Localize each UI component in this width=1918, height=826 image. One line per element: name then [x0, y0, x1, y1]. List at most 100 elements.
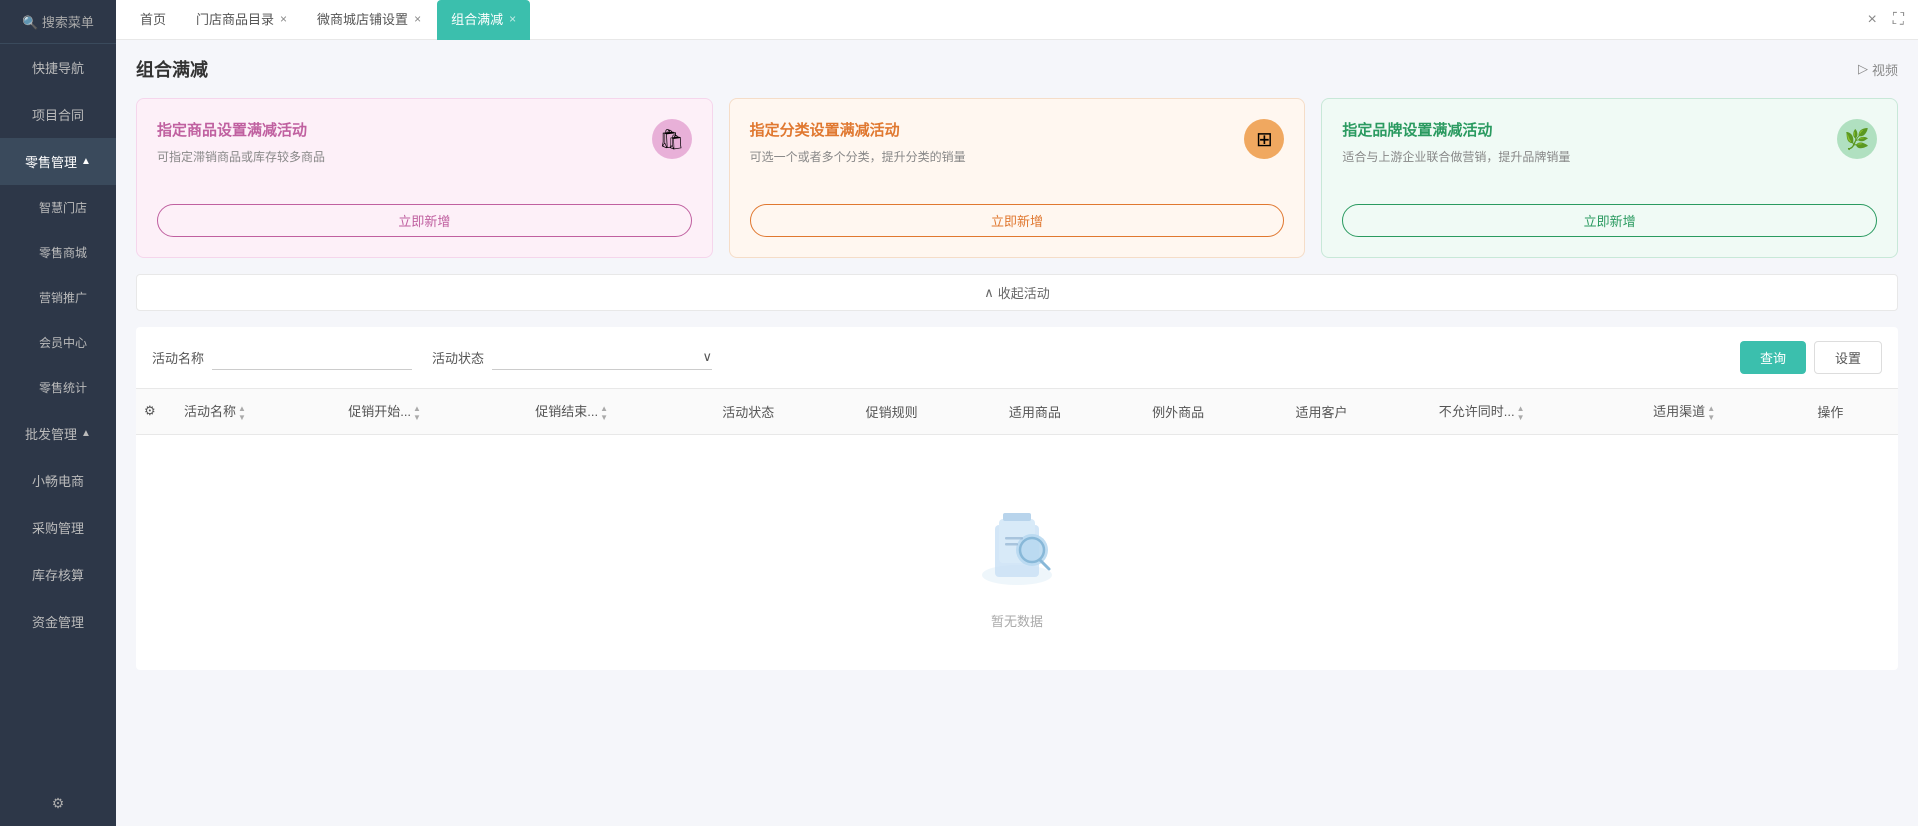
- tab-label: 组合满减: [451, 9, 503, 28]
- sidebar-item-purchase-mgmt[interactable]: 采购管理: [0, 504, 116, 551]
- query-button[interactable]: 查询: [1740, 341, 1806, 374]
- tab-wechat-store-settings[interactable]: 微商城店铺设置 ×: [303, 0, 435, 40]
- sidebar-item-smart-store[interactable]: 智慧门店: [0, 185, 116, 230]
- sidebar-item-marketing[interactable]: 营销推广: [0, 275, 116, 320]
- card-desc: 可选一个或者多个分类，提升分类的销量: [750, 148, 1285, 188]
- sidebar-item-label: 零售商城: [39, 244, 87, 261]
- th-operations: 操作: [1809, 389, 1898, 434]
- page-title: 组合满减: [136, 56, 208, 82]
- collapse-icon: ∧: [984, 285, 994, 301]
- card-title: 指定分类设置满减活动: [750, 119, 1285, 140]
- main-area: 首页 门店商品目录 × 微商城店铺设置 × 组合满减 × × ⛶ 组合满减 ▷ 视频 指定商…: [116, 0, 1918, 826]
- close-window-icon[interactable]: ×: [1863, 7, 1880, 33]
- card-add-button[interactable]: 立即新增: [750, 204, 1285, 237]
- tabbar: 首页 门店商品目录 × 微商城店铺设置 × 组合满减 × × ⛶: [116, 0, 1918, 40]
- tabs-container: 首页 门店商品目录 × 微商城店铺设置 × 组合满减 ×: [126, 0, 530, 40]
- tab-store-catalog[interactable]: 门店商品目录 ×: [182, 0, 301, 40]
- sort-arrows: ▲▼: [600, 404, 608, 422]
- sidebar-item-inventory-calc[interactable]: 库存核算: [0, 551, 116, 598]
- card-desc: 适合与上游企业联合做营销，提升品牌销量: [1342, 148, 1877, 188]
- sidebar-item-label: 零售管理: [25, 152, 77, 171]
- tabbar-right: × ⛶: [1863, 7, 1908, 33]
- arrow-icon: ▲: [81, 156, 91, 167]
- th-promo-rule: 促销规则: [858, 389, 1001, 434]
- data-table: ⚙活动名称▲▼促销开始...▲▼促销结束...▲▼活动状态促销规则适用商品例外商…: [136, 389, 1898, 670]
- sidebar-item-label: 零售统计: [39, 379, 87, 396]
- tab-close-icon[interactable]: ×: [280, 12, 287, 26]
- sidebar-item-fund-mgmt[interactable]: 资金管理: [0, 598, 116, 645]
- tab-home[interactable]: 首页: [126, 0, 180, 40]
- tab-label: 微商城店铺设置: [317, 9, 408, 28]
- table-wrap: ⚙活动名称▲▼促销开始...▲▼促销结束...▲▼活动状态促销规则适用商品例外商…: [136, 389, 1898, 670]
- th-apply-products: 适用商品: [1001, 389, 1144, 434]
- tab-label: 门店商品目录: [196, 9, 274, 28]
- sidebar-item-member-center[interactable]: 会员中心: [0, 320, 116, 365]
- sidebar-item-project-contract[interactable]: 项目合同: [0, 91, 116, 138]
- tab-combo-discount[interactable]: 组合满减 ×: [437, 0, 530, 40]
- sidebar-item-retail-stats[interactable]: 零售统计: [0, 365, 116, 410]
- th-no-concur[interactable]: 不允许同时...▲▼: [1431, 389, 1645, 434]
- activity-status-select[interactable]: ∨: [492, 345, 712, 370]
- activity-status-filter: 活动状态 ∨: [432, 345, 712, 370]
- play-icon: ▷: [1858, 61, 1868, 77]
- tab-close-icon[interactable]: ×: [509, 12, 516, 26]
- card-icon: 🌿: [1837, 119, 1877, 159]
- sidebar-item-label: 采购管理: [32, 518, 84, 537]
- card-add-button[interactable]: 立即新增: [157, 204, 692, 237]
- sidebar-item-label: 营销推广: [39, 289, 87, 306]
- search-icon: 🔍: [22, 15, 38, 30]
- card-category: 指定分类设置满减活动 可选一个或者多个分类，提升分类的销量 ⊞ 立即新增: [729, 98, 1306, 258]
- activity-name-filter: 活动名称: [152, 346, 412, 370]
- th-promo-end[interactable]: 促销结束...▲▼: [527, 389, 714, 434]
- activity-name-input[interactable]: [212, 346, 412, 370]
- sidebar-item-label: 库存核算: [32, 565, 84, 584]
- card-title: 指定品牌设置满减活动: [1342, 119, 1877, 140]
- sidebar-item-wholesale-mgmt[interactable]: 批发管理▲: [0, 410, 116, 457]
- th-except-products: 例外商品: [1144, 389, 1287, 434]
- filter-buttons: 查询 设置: [1740, 341, 1882, 374]
- page-content: 组合满减 ▷ 视频 指定商品设置满减活动 可指定滞销商品或库存较多商品 🛍 立即…: [116, 40, 1918, 826]
- video-button[interactable]: ▷ 视频: [1858, 60, 1898, 79]
- card-title: 指定商品设置满减活动: [157, 119, 692, 140]
- empty-state: 暂无数据: [136, 435, 1898, 670]
- empty-illustration: [967, 495, 1067, 595]
- sidebar-search[interactable]: 🔍 搜索菜单: [0, 0, 116, 44]
- th-apply-channel[interactable]: 适用渠道▲▼: [1645, 389, 1809, 434]
- sidebar-item-retail-mall[interactable]: 零售商城: [0, 230, 116, 275]
- th-activity-name[interactable]: 活动名称▲▼: [176, 389, 340, 434]
- th-promo-start[interactable]: 促销开始...▲▼: [340, 389, 527, 434]
- collapse-bar[interactable]: ∧ 收起活动: [136, 274, 1898, 311]
- sidebar-search-label: 搜索菜单: [42, 15, 94, 30]
- arrow-icon: ▲: [81, 428, 91, 439]
- settings-button[interactable]: 设置: [1814, 341, 1882, 374]
- th-gear: ⚙: [136, 389, 176, 434]
- sidebar-item-retail-mgmt[interactable]: 零售管理 ▲: [0, 138, 116, 185]
- promo-cards-row: 指定商品设置满减活动 可指定滞销商品或库存较多商品 🛍 立即新增 指定分类设置满…: [136, 98, 1898, 258]
- tab-label: 首页: [140, 9, 166, 28]
- sidebar-item-label: 智慧门店: [39, 199, 87, 216]
- sort-arrows: ▲▼: [1517, 404, 1525, 422]
- card-add-button[interactable]: 立即新增: [1342, 204, 1877, 237]
- empty-text: 暂无数据: [991, 611, 1043, 630]
- fullscreen-icon[interactable]: ⛶: [1889, 7, 1908, 33]
- tab-close-icon[interactable]: ×: [414, 12, 421, 26]
- table-body: 暂无数据: [136, 434, 1898, 670]
- sidebar: 🔍 搜索菜单 快捷导航项目合同零售管理 ▲ 智慧门店零售商城营销推广会员中心零售统计…: [0, 0, 116, 826]
- sort-arrows: ▲▼: [238, 404, 246, 422]
- card-brand: 指定品牌设置满减活动 适合与上游企业联合做营销，提升品牌销量 🌿 立即新增: [1321, 98, 1898, 258]
- sidebar-item-label: 资金管理: [32, 612, 84, 631]
- filter-row: 活动名称 活动状态 ∨ 查询 设置: [136, 327, 1898, 389]
- activity-name-label: 活动名称: [152, 348, 204, 367]
- sidebar-item-quick-nav[interactable]: 快捷导航: [0, 44, 116, 91]
- sort-arrows: ▲▼: [1707, 404, 1715, 422]
- sidebar-item-xiaochang-ec[interactable]: 小畅电商: [0, 457, 116, 504]
- sidebar-item-label: 快捷导航: [32, 58, 84, 77]
- card-product: 指定商品设置满减活动 可指定滞销商品或库存较多商品 🛍 立即新增: [136, 98, 713, 258]
- page-header: 组合满减 ▷ 视频: [136, 56, 1898, 82]
- sort-arrows: ▲▼: [413, 404, 421, 422]
- sidebar-settings-icon[interactable]: ⚙: [0, 781, 116, 826]
- sidebar-item-label: 会员中心: [39, 334, 87, 351]
- empty-state-cell: 暂无数据: [136, 434, 1898, 670]
- activity-status-label: 活动状态: [432, 348, 484, 367]
- card-desc: 可指定滞销商品或库存较多商品: [157, 148, 692, 188]
